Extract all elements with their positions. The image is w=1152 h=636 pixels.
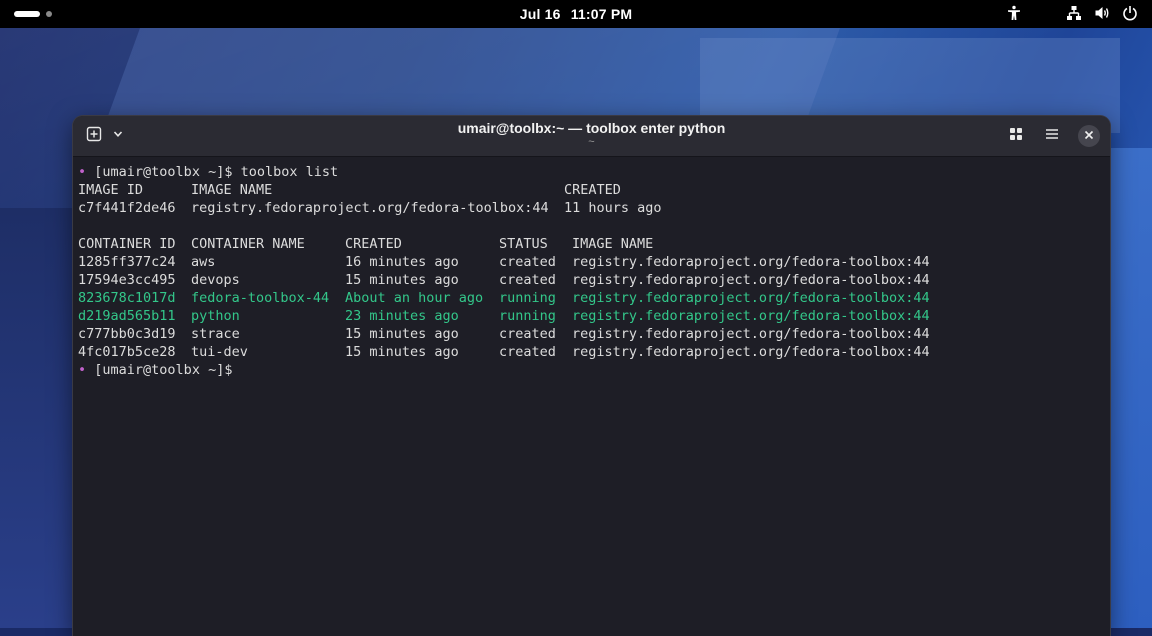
container-created: 15 minutes ago	[345, 326, 459, 342]
container-created: 15 minutes ago	[345, 344, 459, 360]
image-name: registry.fedoraproject.org/fedora-toolbo…	[191, 200, 549, 216]
header-container-created: CREATED	[345, 236, 402, 252]
terminal-window[interactable]: umair@toolbx:~ — toolbox enter python ~ …	[73, 116, 1110, 636]
container-status: running	[499, 308, 556, 324]
close-icon	[1084, 127, 1094, 145]
container-name: fedora-toolbox-44	[191, 290, 330, 306]
main-menu-button[interactable]	[1040, 124, 1064, 148]
table-row-running: 823678c1017d fedora-toolbox-44 About an …	[78, 289, 1105, 307]
prompt: [umair@toolbx ~]$	[94, 362, 233, 378]
header-image-created: CREATED	[564, 182, 621, 198]
wallpaper-shape	[0, 208, 80, 628]
system-tray[interactable]	[1006, 5, 1138, 21]
container-image: registry.fedoraproject.org/fedora-toolbo…	[572, 272, 930, 288]
container-status: created	[499, 254, 556, 270]
container-created: 15 minutes ago	[345, 272, 459, 288]
container-status: created	[499, 272, 556, 288]
header-bar[interactable]: umair@toolbx:~ — toolbox enter python ~	[73, 116, 1110, 157]
window-subtitle: ~	[588, 136, 595, 148]
container-image: registry.fedoraproject.org/fedora-toolbo…	[572, 326, 930, 342]
tab-overview-button[interactable]	[1004, 124, 1028, 148]
clock-date: Jul 16	[519, 6, 561, 22]
images-header-row: IMAGE ID IMAGE NAME CREATED	[78, 181, 1105, 199]
image-created: 11 hours ago	[564, 200, 662, 216]
power-icon[interactable]	[1122, 5, 1138, 21]
container-id: 17594e3cc495	[78, 272, 176, 288]
image-row: c7f441f2de46 registry.fedoraproject.org/…	[78, 199, 1105, 217]
table-row: 1285ff377c24 aws 16 minutes ago created …	[78, 253, 1105, 271]
header-container-id: CONTAINER ID	[78, 236, 176, 252]
container-created: 23 minutes ago	[345, 308, 459, 324]
menu-icon	[1045, 127, 1059, 146]
volume-icon[interactable]	[1094, 5, 1110, 21]
table-row-running: d219ad565b11 python 23 minutes ago runni…	[78, 307, 1105, 325]
prompt-line[interactable]: • [umair@toolbx ~]$	[78, 361, 1105, 379]
header-container-name: CONTAINER NAME	[191, 236, 305, 252]
clock[interactable]: Jul 16 11:07 PM	[0, 6, 1152, 22]
container-name: devops	[191, 272, 240, 288]
container-id: c777bb0c3d19	[78, 326, 176, 342]
network-icon[interactable]	[1066, 5, 1082, 21]
container-id: 823678c1017d	[78, 290, 176, 306]
close-window-button[interactable]	[1078, 125, 1100, 147]
prompt-marker: •	[78, 362, 87, 378]
container-status: running	[499, 290, 556, 306]
container-status: created	[499, 326, 556, 342]
table-row: 4fc017b5ce28 tui-dev 15 minutes ago crea…	[78, 343, 1105, 361]
header-container-image: IMAGE NAME	[572, 236, 654, 252]
prompt: [umair@toolbx ~]$	[94, 164, 233, 180]
container-id: d219ad565b11	[78, 308, 176, 324]
image-id: c7f441f2de46	[78, 200, 176, 216]
window-title: umair@toolbx:~ — toolbox enter python	[457, 120, 726, 136]
table-row: 17594e3cc495 devops 15 minutes ago creat…	[78, 271, 1105, 289]
header-container-status: STATUS	[499, 236, 548, 252]
header-image-name: IMAGE NAME	[191, 182, 273, 198]
container-id: 4fc017b5ce28	[78, 344, 176, 360]
clock-time: 11:07 PM	[570, 6, 633, 22]
container-name: aws	[191, 254, 216, 270]
container-image: registry.fedoraproject.org/fedora-toolbo…	[572, 290, 930, 306]
container-name: tui-dev	[191, 344, 248, 360]
command: toolbox list	[232, 164, 339, 180]
terminal-output[interactable]: • [umair@toolbx ~]$ toolbox list IMAGE I…	[78, 163, 1105, 379]
container-id: 1285ff377c24	[78, 254, 176, 270]
container-image: registry.fedoraproject.org/fedora-toolbo…	[572, 308, 930, 324]
header-image-id: IMAGE ID	[78, 182, 144, 198]
container-created: About an hour ago	[345, 290, 484, 306]
container-name: strace	[191, 326, 240, 342]
prompt-marker: •	[78, 164, 87, 180]
table-row: c777bb0c3d19 strace 15 minutes ago creat…	[78, 325, 1105, 343]
tab-overview-icon	[1009, 127, 1023, 146]
container-image: registry.fedoraproject.org/fedora-toolbo…	[572, 254, 930, 270]
container-image: registry.fedoraproject.org/fedora-toolbo…	[572, 344, 930, 360]
accessibility-icon[interactable]	[1006, 5, 1022, 21]
container-created: 16 minutes ago	[345, 254, 459, 270]
command-line: • [umair@toolbx ~]$ toolbox list	[78, 163, 1105, 181]
container-name: python	[191, 308, 240, 324]
top-bar: Jul 16 11:07 PM	[0, 0, 1152, 28]
container-status: created	[499, 344, 556, 360]
containers-header-row: CONTAINER ID CONTAINER NAME CREATED STAT…	[78, 235, 1105, 253]
